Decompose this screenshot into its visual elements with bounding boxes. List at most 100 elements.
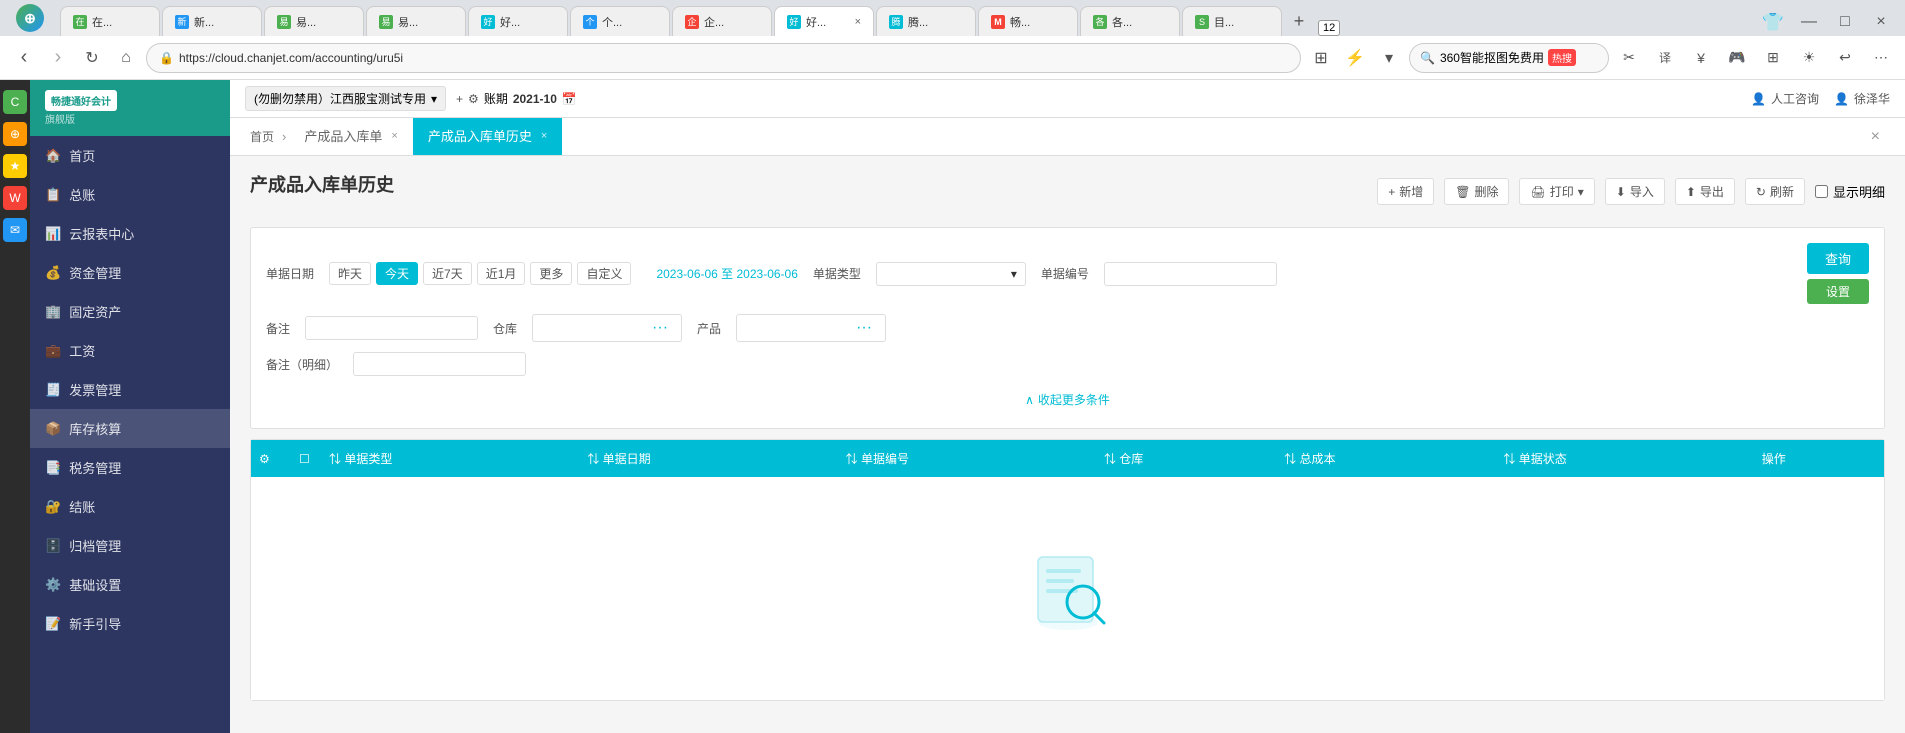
col-checkbox[interactable]: ☐ (291, 440, 321, 477)
sort-status-icon[interactable]: ⇅ (1503, 452, 1515, 466)
tab-4[interactable]: 易 易... (366, 6, 466, 36)
sidebar-item-tax[interactable]: 📑 税务管理 (30, 448, 230, 487)
sort-warehouse-icon[interactable]: ⇅ (1104, 452, 1116, 466)
more-icon[interactable]: ⋯ (1867, 44, 1895, 72)
tab-2[interactable]: 新 新... (162, 6, 262, 36)
sun-icon[interactable]: ☀ (1795, 44, 1823, 72)
delete-button[interactable]: 🗑 删除 (1444, 178, 1509, 205)
filter-settings-button[interactable]: 设置 (1807, 279, 1869, 304)
tab-1[interactable]: 在 在... (60, 6, 160, 36)
date-btn-1month[interactable]: 近1月 (477, 262, 526, 285)
sidebar-item-fund[interactable]: 💰 资金管理 (30, 253, 230, 292)
back-button[interactable]: ‹ (10, 44, 38, 72)
header-checkbox[interactable]: ☐ (299, 452, 310, 466)
home-button[interactable]: ⌂ (112, 44, 140, 72)
left-icon-red[interactable]: W (3, 186, 27, 210)
warehouse-dots-icon[interactable]: ··· (647, 319, 673, 337)
number-filter-input[interactable] (1104, 262, 1277, 286)
collapse-button[interactable]: ∧ 收起更多条件 (266, 386, 1869, 413)
add-button[interactable]: + 新增 (1377, 178, 1434, 205)
gamepad-icon[interactable]: 🎮 (1723, 44, 1751, 72)
tab-6[interactable]: 个 个... (570, 6, 670, 36)
date-range-text: 2023-06-06 至 2023-06-06 (656, 265, 797, 282)
type-filter-select[interactable]: ▾ (876, 262, 1026, 286)
chevron-down-icon[interactable]: ▾ (1375, 44, 1403, 72)
tab-10[interactable]: M 畅... (978, 6, 1078, 36)
user-btn[interactable]: 👤 徐泽华 (1834, 90, 1890, 107)
note-detail-filter-input[interactable] (353, 352, 526, 376)
tab-3[interactable]: 易 易... (264, 6, 364, 36)
warehouse-filter-select[interactable]: ··· (532, 314, 682, 342)
product-dots-icon[interactable]: ··· (851, 319, 877, 337)
tab-bar: ⊕ 在 在... 新 新... 易 易... 易 易... 好 好... 个 (0, 0, 1905, 36)
left-icon-green[interactable]: C (3, 90, 27, 114)
address-bar[interactable]: 🔒 https://cloud.chanjet.com/accounting/u… (146, 43, 1301, 73)
tab-7[interactable]: 企 企... (672, 6, 772, 36)
date-btn-custom[interactable]: 自定义 (577, 262, 631, 285)
lightning-icon[interactable]: ⚡ (1341, 44, 1369, 72)
refresh-button[interactable]: ↻ (78, 44, 106, 72)
tab-list-page[interactable]: 产成品入库单 × (289, 118, 412, 155)
sidebar-item-invoice[interactable]: 🧾 发票管理 (30, 370, 230, 409)
tab-9[interactable]: 腾 腾... (876, 6, 976, 36)
sidebar-item-ledger[interactable]: 📋 总账 (30, 175, 230, 214)
query-button[interactable]: 查询 (1807, 243, 1869, 274)
sidebar-item-new-entry[interactable]: 📝 新手引导 (30, 604, 230, 643)
product-filter-select[interactable]: ··· (736, 314, 886, 342)
grid-icon[interactable]: ⊞ (1307, 44, 1335, 72)
import-button[interactable]: ⬇ 导入 (1605, 178, 1665, 205)
col-settings[interactable]: ⚙ (251, 440, 291, 477)
company-selector[interactable]: (勿删勿禁用）江西服宝测试专用 ▾ (245, 86, 446, 111)
left-icon-blue[interactable]: ✉ (3, 218, 27, 242)
sort-cost-icon[interactable]: ⇅ (1284, 452, 1296, 466)
refresh-button[interactable]: ↻ 刷新 (1745, 178, 1805, 205)
breadcrumb-home[interactable]: 首页 (245, 120, 279, 153)
apps-icon[interactable]: ⊞ (1759, 44, 1787, 72)
new-tab-button[interactable]: + (1284, 6, 1314, 36)
sidebar-item-closing[interactable]: 🔐 结账 (30, 487, 230, 526)
sidebar-item-inventory[interactable]: 📦 库存核算 (30, 409, 230, 448)
search-bar[interactable]: 🔍 360智能抠图免费用 热搜 (1409, 43, 1609, 73)
sort-number-icon[interactable]: ⇅ (846, 452, 858, 466)
note-filter-input[interactable] (305, 316, 478, 340)
date-btn-yesterday[interactable]: 昨天 (329, 262, 371, 285)
minimize-button[interactable]: — (1795, 8, 1823, 36)
settings-company-icon[interactable]: ⚙ (468, 92, 479, 106)
tab-5[interactable]: 好 好... (468, 6, 568, 36)
date-btn-more[interactable]: 更多 (530, 262, 572, 285)
calendar-icon[interactable]: 📅 (562, 92, 577, 106)
tab-history-page[interactable]: 产成品入库单历史 × (413, 118, 562, 155)
close-window-button[interactable]: × (1867, 8, 1895, 36)
export-button[interactable]: ⬆ 导出 (1675, 178, 1735, 205)
translate-icon[interactable]: 译 (1651, 44, 1679, 72)
sort-type-icon[interactable]: ⇅ (329, 452, 341, 466)
undo-icon[interactable]: ↩ (1831, 44, 1859, 72)
yen-icon[interactable]: ¥ (1687, 44, 1715, 72)
tab-history-close[interactable]: × (541, 130, 547, 142)
add-company-icon[interactable]: + (456, 92, 463, 106)
tab-8-close[interactable]: × (849, 16, 861, 28)
left-icon-yellow[interactable]: ★ (3, 154, 27, 178)
tab-list-close[interactable]: × (391, 130, 397, 142)
date-btn-today[interactable]: 今天 (376, 262, 418, 285)
tab-12[interactable]: S 目... (1182, 6, 1282, 36)
sidebar-item-settings[interactable]: ⚙️ 基础设置 (30, 565, 230, 604)
table-settings-icon[interactable]: ⚙ (259, 452, 270, 466)
scissors-icon[interactable]: ✂ (1615, 44, 1643, 72)
sidebar-item-archive[interactable]: 🗄️ 归档管理 (30, 526, 230, 565)
sidebar-item-payroll[interactable]: 💼 工资 (30, 331, 230, 370)
sort-date-icon[interactable]: ⇅ (587, 452, 599, 466)
tab-11[interactable]: 各 各... (1080, 6, 1180, 36)
left-icon-orange[interactable]: ⊕ (3, 122, 27, 146)
sidebar-item-cloud-report[interactable]: 📊 云报表中心 (30, 214, 230, 253)
date-btn-7days[interactable]: 近7天 (423, 262, 472, 285)
sidebar-item-fixed-assets[interactable]: 🏢 固定资产 (30, 292, 230, 331)
sidebar-item-home[interactable]: 🏠 首页 (30, 136, 230, 175)
tab-8-active[interactable]: 好 好... × (774, 6, 874, 36)
show-detail-checkbox[interactable] (1815, 185, 1828, 198)
print-button[interactable]: 🖨 打印 ▾ (1519, 178, 1594, 205)
maximize-button[interactable]: □ (1831, 8, 1859, 36)
panel-close-icon[interactable]: × (1861, 128, 1890, 146)
forward-button[interactable]: › (44, 44, 72, 72)
service-btn[interactable]: 👤 人工咨询 (1751, 90, 1819, 107)
